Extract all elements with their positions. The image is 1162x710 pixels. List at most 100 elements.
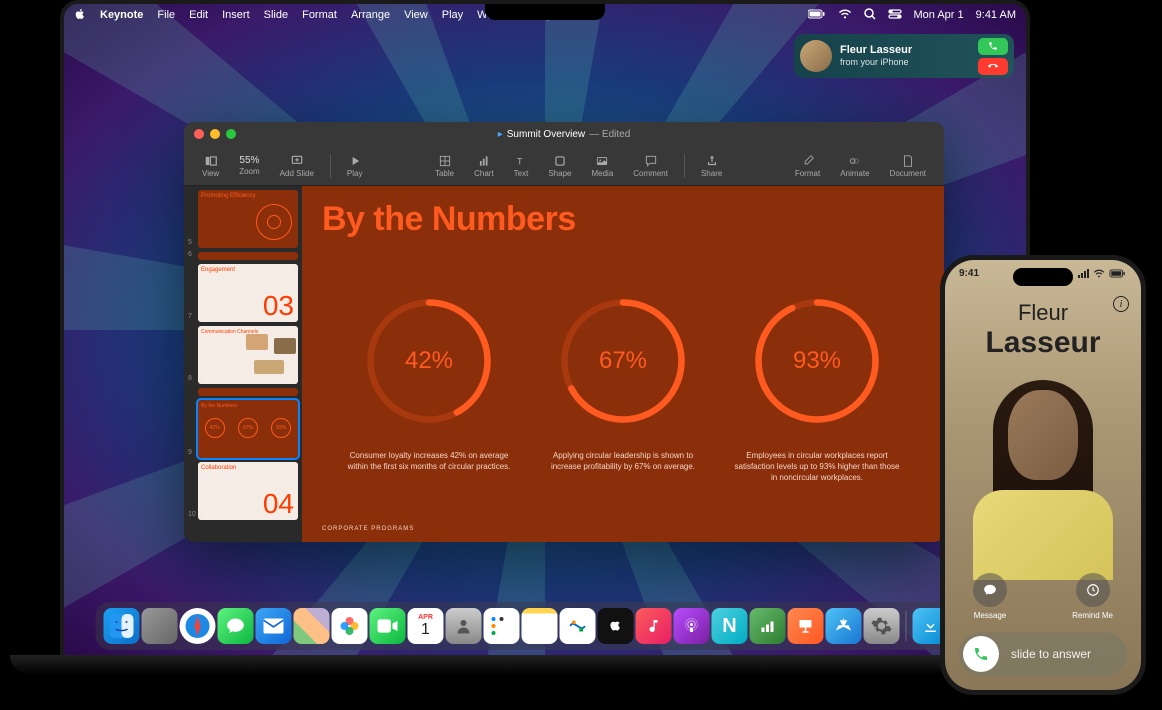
toolbar-media-button[interactable]: Media [583, 154, 621, 178]
macbook-base [10, 655, 1080, 675]
dock-settings-icon[interactable] [864, 608, 900, 644]
toolbar-text-button[interactable]: TText [506, 154, 537, 178]
cellular-signal-icon [1078, 269, 1089, 278]
message-action[interactable]: Message [973, 573, 1007, 620]
dock-photos-icon[interactable] [332, 608, 368, 644]
menu-arrange[interactable]: Arrange [351, 9, 390, 21]
dock-appstore-icon[interactable] [826, 608, 862, 644]
menu-file[interactable]: File [157, 9, 175, 21]
slide-to-answer-label: slide to answer [999, 647, 1123, 661]
close-window-button[interactable] [194, 129, 204, 139]
menu-edit[interactable]: Edit [189, 9, 208, 21]
dock-finder-icon[interactable] [104, 608, 140, 644]
dock-facetime-icon[interactable] [370, 608, 406, 644]
toolbar-add-slide-button[interactable]: Add Slide [272, 154, 322, 178]
window-titlebar[interactable]: ▸ Summit Overview — Edited [184, 122, 944, 146]
dock-messages-icon[interactable] [218, 608, 254, 644]
dock-music-icon[interactable] [636, 608, 672, 644]
dock-tv-icon[interactable] [598, 608, 634, 644]
ring-3-label: 93% [752, 296, 882, 426]
call-text: Fleur Lasseur from your iPhone [840, 44, 970, 68]
toolbar-comment-button[interactable]: Comment [625, 154, 676, 178]
toolbar-share-button[interactable]: Share [693, 154, 730, 178]
battery-icon[interactable] [808, 9, 826, 22]
ring-1-desc[interactable]: Consumer loyalty increases 42% on averag… [339, 450, 519, 472]
menu-format[interactable]: Format [302, 9, 337, 21]
toolbar-animate-button[interactable]: Animate [832, 154, 877, 178]
slide-thumb-6[interactable]: 6 [188, 252, 298, 260]
ring-3[interactable]: 93% Employees in circular workplaces rep… [727, 296, 907, 484]
dock-calendar-icon[interactable]: APR1 [408, 608, 444, 644]
spotlight-icon[interactable] [864, 8, 876, 23]
dock-notes-icon[interactable] [522, 608, 558, 644]
slide-to-answer[interactable]: slide to answer [959, 632, 1127, 676]
traffic-lights [194, 129, 236, 139]
dock-news-icon[interactable]: N [712, 608, 748, 644]
remind-me-action[interactable]: Remind Me [1072, 573, 1113, 620]
dock-launchpad-icon[interactable] [142, 608, 178, 644]
decline-call-button[interactable] [978, 58, 1008, 75]
slide-thumb-8[interactable]: 8Communication Channels [188, 326, 298, 384]
toolbar-table-button[interactable]: Table [427, 154, 462, 178]
toolbar-document-button[interactable]: Document [882, 154, 934, 178]
macbook-frame: Keynote File Edit Insert Slide Format Ar… [60, 0, 1030, 660]
dock: APR1 N [96, 602, 995, 650]
toolbar-shape-button[interactable]: Shape [540, 154, 579, 178]
caller-avatar [800, 40, 832, 72]
dock-numbers-icon[interactable] [750, 608, 786, 644]
dock-keynote-icon[interactable] [788, 608, 824, 644]
control-center-icon[interactable] [888, 9, 902, 22]
document-icon: ▸ [498, 129, 503, 140]
dock-reminders-icon[interactable] [484, 608, 520, 644]
toolbar-format-button[interactable]: Format [787, 154, 828, 178]
menu-slide[interactable]: Slide [264, 9, 288, 21]
menu-time[interactable]: 9:41 AM [976, 9, 1016, 21]
slide-thumb-7[interactable]: 7Engagement03 [188, 264, 298, 322]
toolbar-play-button[interactable]: Play [339, 154, 371, 178]
macos-desktop: Keynote File Edit Insert Slide Format Ar… [64, 4, 1026, 656]
slide-footer[interactable]: CORPORATE PROGRAMS [322, 526, 414, 532]
slide-thumb-section[interactable] [188, 388, 298, 396]
caller-subtitle: from your iPhone [840, 57, 970, 68]
svg-text:T: T [517, 156, 523, 166]
menu-view[interactable]: View [404, 9, 428, 21]
dock-mail-icon[interactable] [256, 608, 292, 644]
slide-canvas[interactable]: By the Numbers 42% Consumer loyalty incr… [302, 186, 944, 542]
slide-thumb-10[interactable]: 10Collaboration04 [188, 462, 298, 520]
minimize-window-button[interactable] [210, 129, 220, 139]
menu-app-name[interactable]: Keynote [100, 9, 143, 21]
incoming-call-notification[interactable]: Fleur Lasseur from your iPhone [794, 34, 1014, 78]
menu-insert[interactable]: Insert [222, 9, 250, 21]
menu-play[interactable]: Play [442, 9, 463, 21]
contact-photo [968, 380, 1118, 580]
dock-freeform-icon[interactable] [560, 608, 596, 644]
menu-date[interactable]: Mon Apr 1 [914, 9, 964, 21]
slide-thumb-5[interactable]: 5Promoting Efficiency [188, 190, 298, 248]
toolbar-chart-button[interactable]: Chart [466, 154, 502, 178]
wifi-icon[interactable] [838, 9, 852, 22]
ring-1[interactable]: 42% Consumer loyalty increases 42% on av… [339, 296, 519, 484]
caller-first-name: Fleur [945, 300, 1141, 326]
toolbar-separator [330, 154, 331, 178]
ring-3-desc[interactable]: Employees in circular workplaces report … [727, 450, 907, 484]
caller-name: Fleur Lasseur [840, 44, 970, 57]
dock-contacts-icon[interactable] [446, 608, 482, 644]
dock-maps-icon[interactable] [294, 608, 330, 644]
display-notch [485, 4, 605, 20]
toolbar-view-button[interactable]: View [194, 154, 227, 178]
apple-menu-icon[interactable] [74, 8, 86, 23]
answer-knob[interactable] [963, 636, 999, 672]
dock-podcasts-icon[interactable] [674, 608, 710, 644]
ring-2-desc[interactable]: Applying circular leadership is shown to… [533, 450, 713, 472]
dock-safari-icon[interactable] [180, 608, 216, 644]
slide-thumb-9[interactable]: 9By the Numbers42%67%93% [188, 400, 298, 458]
slide-navigator[interactable]: 5Promoting Efficiency 6 7Engagement03 8C… [184, 186, 302, 542]
caller-name-display: Fleur Lasseur [945, 300, 1141, 360]
slide-title[interactable]: By the Numbers [322, 200, 576, 239]
fullscreen-window-button[interactable] [226, 129, 236, 139]
accept-call-button[interactable] [978, 38, 1008, 55]
document-status: — Edited [589, 129, 630, 140]
ring-2[interactable]: 67% Applying circular leadership is show… [533, 296, 713, 484]
message-icon [973, 573, 1007, 607]
toolbar-zoom-dropdown[interactable]: 55%Zoom [231, 155, 267, 176]
